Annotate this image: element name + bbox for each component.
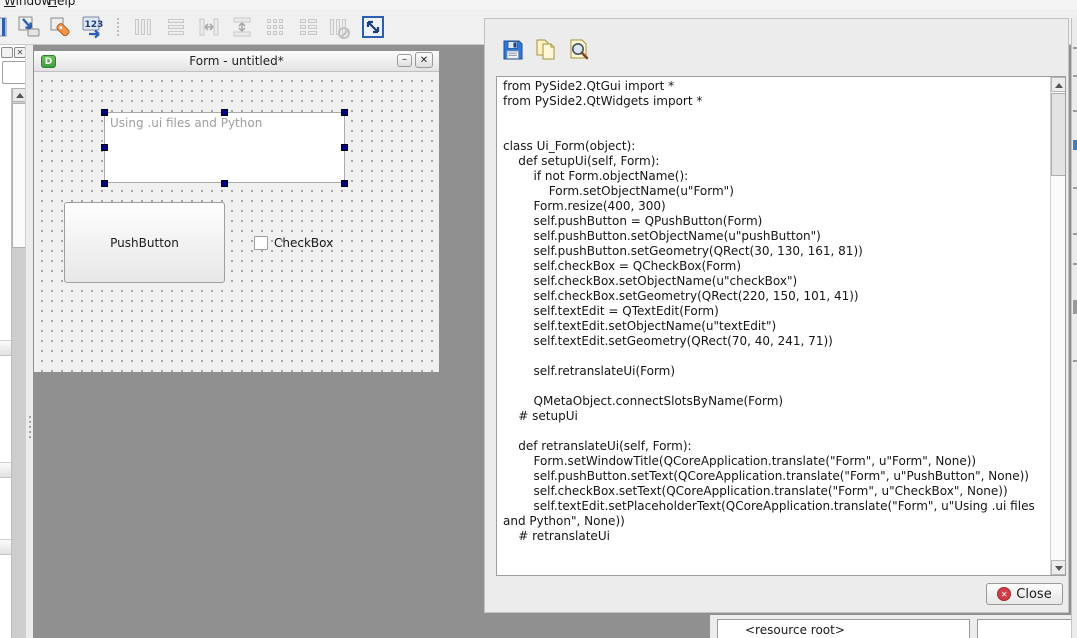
- edit-signals-slots-icon[interactable]: [16, 14, 42, 40]
- selection-handle-bottom-left[interactable]: [101, 180, 108, 187]
- edit-buddies-icon[interactable]: [48, 14, 74, 40]
- right-panel-sliver: [1071, 18, 1077, 638]
- checkbox-widget[interactable]: CheckBox: [254, 222, 355, 263]
- close-window-button[interactable]: ✕: [415, 52, 433, 68]
- layout-vertically-icon[interactable]: [163, 14, 189, 40]
- selection-handle-middle-left[interactable]: [101, 144, 108, 151]
- scrollbar-thumb[interactable]: [12, 103, 26, 248]
- widget-filter-input[interactable]: [2, 61, 26, 84]
- menu-window[interactable]: Window: [4, 0, 51, 8]
- minimize-button[interactable]: –: [397, 54, 412, 67]
- dock-float-icon[interactable]: [1, 47, 13, 58]
- selection-handle-bottom-right[interactable]: [341, 180, 348, 187]
- selection-handle-top-middle[interactable]: [221, 109, 228, 116]
- selection-handle-bottom-middle[interactable]: [221, 180, 228, 187]
- selection-handle-top-left[interactable]: [101, 109, 108, 116]
- layout-form-icon[interactable]: [295, 14, 321, 40]
- widget-category-item[interactable]: [0, 340, 11, 356]
- widget-box-scrollbar[interactable]: [11, 88, 26, 638]
- menu-help[interactable]: Help: [48, 0, 75, 8]
- code-view[interactable]: from PySide2.QtGui import * from PySide2…: [496, 76, 1066, 576]
- save-icon[interactable]: [500, 37, 526, 63]
- layout-vertical-splitter-icon[interactable]: [229, 14, 255, 40]
- pushbutton-label: PushButton: [110, 236, 179, 250]
- code-scrollbar-thumb[interactable]: [1051, 93, 1066, 176]
- resource-list-box[interactable]: [977, 619, 1077, 638]
- form-window-title: Form - untitled*: [34, 54, 439, 68]
- widget-category-item[interactable]: [0, 462, 11, 478]
- checkbox-indicator[interactable]: [254, 236, 268, 250]
- find-icon[interactable]: [566, 37, 592, 63]
- widget-category-item[interactable]: [0, 539, 11, 555]
- code-scrollbar[interactable]: [1050, 77, 1065, 575]
- scroll-down-icon[interactable]: [1051, 560, 1066, 575]
- scroll-up-icon[interactable]: [1051, 77, 1066, 92]
- close-button-label: Close: [1016, 587, 1051, 602]
- copy-icon[interactable]: [533, 37, 559, 63]
- textedit-widget[interactable]: Using .ui files and Python: [104, 112, 345, 183]
- resource-tree-box[interactable]: <resource root>: [717, 619, 970, 638]
- right-panel-selection: [1073, 140, 1077, 150]
- form-canvas[interactable]: Using .ui files and Python PushButton Ch…: [34, 72, 439, 372]
- pushbutton-widget[interactable]: PushButton: [64, 202, 225, 283]
- textedit-placeholder: Using .ui files and Python: [105, 113, 344, 133]
- close-button[interactable]: ✕ Close: [986, 583, 1063, 605]
- scroll-up-icon[interactable]: [12, 88, 26, 102]
- edit-widgets-icon[interactable]: [0, 14, 12, 40]
- code-preview-dialog: from PySide2.QtGui import * from PySide2…: [484, 18, 1069, 613]
- layout-horizontally-icon[interactable]: [130, 14, 156, 40]
- qt-designer-screen: Window Help 123: [0, 0, 1077, 638]
- close-red-icon: ✕: [997, 587, 1011, 601]
- widget-box-panel: ✕: [0, 45, 26, 638]
- layout-grid-icon[interactable]: [262, 14, 288, 40]
- form-window-titlebar[interactable]: D Form - untitled* – ✕: [34, 51, 439, 72]
- checkbox-label: CheckBox: [274, 236, 333, 250]
- generated-python-code: from PySide2.QtGui import * from PySide2…: [497, 77, 1046, 546]
- menu-bar: Window Help: [0, 0, 1077, 9]
- resource-root-label: <resource root>: [745, 623, 845, 637]
- resource-browser-sliver: <resource root>: [710, 615, 1077, 638]
- edit-tab-order-icon[interactable]: 123: [80, 14, 106, 40]
- form-designer-window: D Form - untitled* – ✕ Using .ui files a…: [33, 50, 440, 373]
- break-layout-icon[interactable]: [325, 14, 351, 40]
- adjust-size-icon[interactable]: [360, 14, 386, 40]
- layout-horizontal-splitter-icon[interactable]: [196, 14, 222, 40]
- svg-text:123: 123: [85, 20, 104, 30]
- dock-close-icon[interactable]: ✕: [14, 47, 26, 58]
- dock-margin: [26, 45, 33, 638]
- selection-handle-middle-right[interactable]: [341, 144, 348, 151]
- splitter-handle[interactable]: [27, 413, 32, 441]
- toolbar-separator: [117, 17, 119, 37]
- selection-handle-top-right[interactable]: [341, 109, 348, 116]
